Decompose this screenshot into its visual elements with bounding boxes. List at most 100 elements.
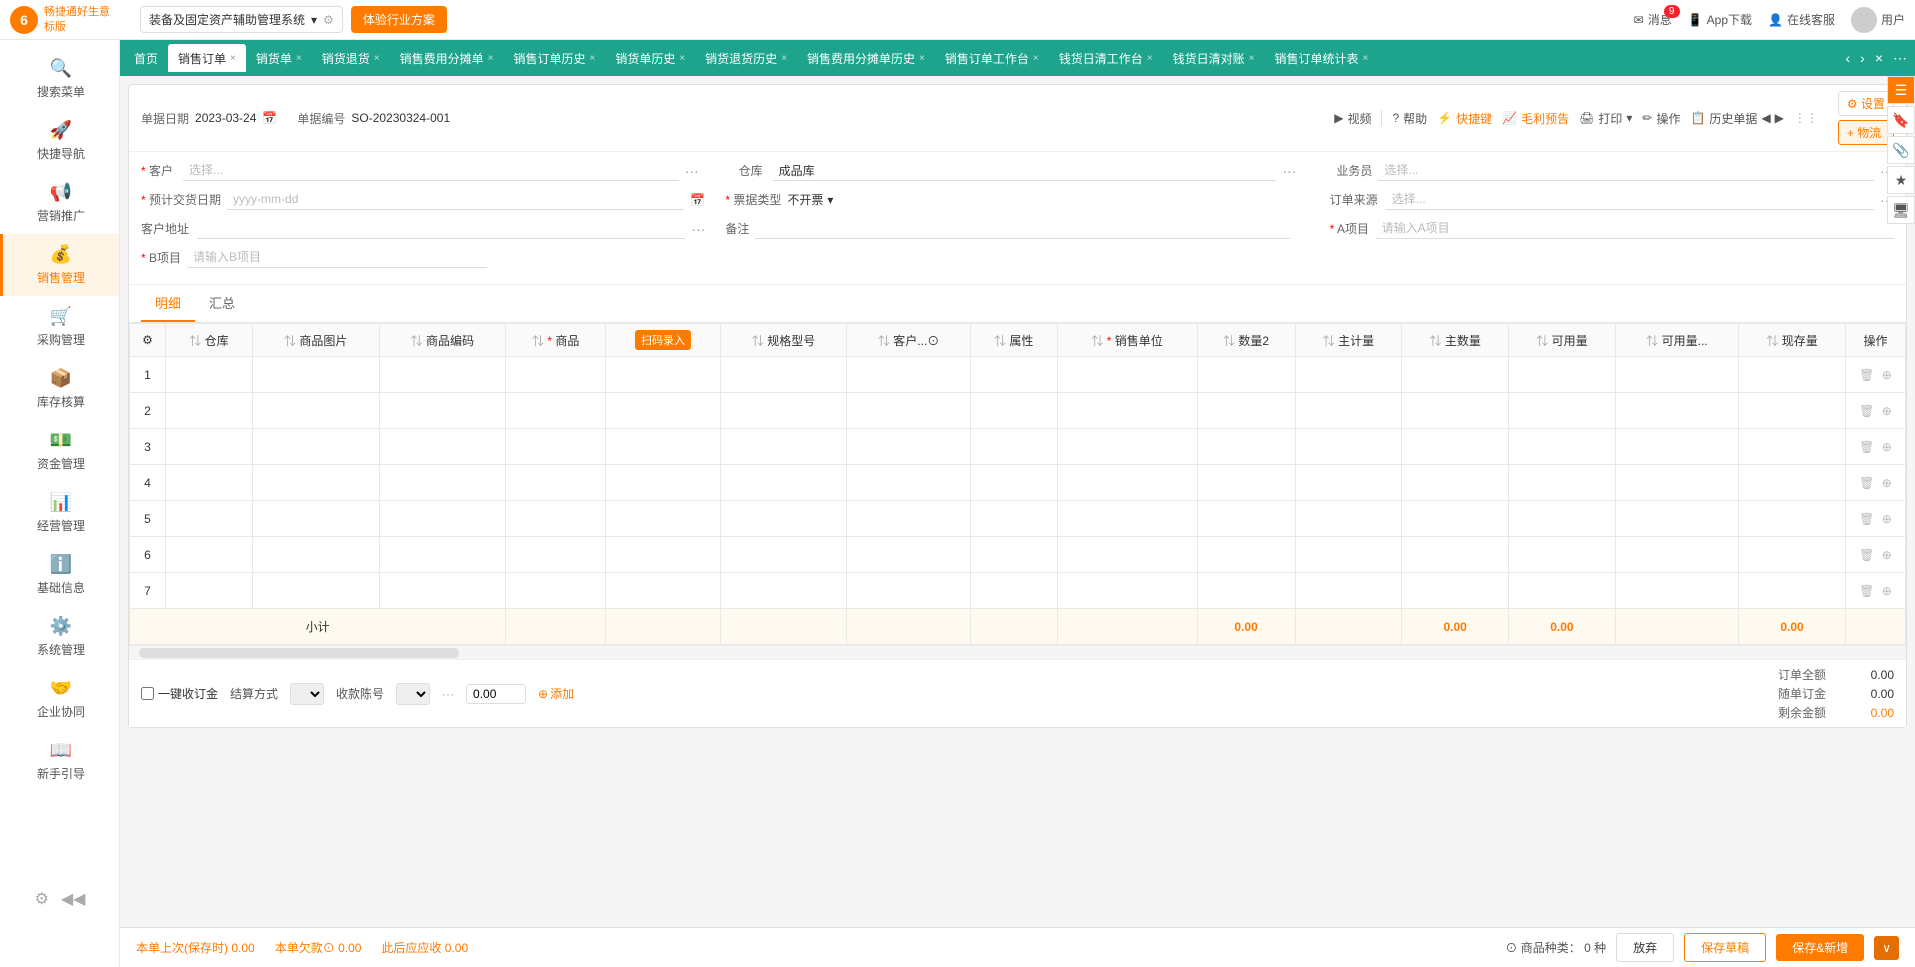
cell-warehouse[interactable]: [166, 357, 253, 393]
amount-input[interactable]: [466, 684, 526, 704]
delivery-date-input[interactable]: [227, 189, 684, 210]
sidebar-item-guide[interactable]: 📖 新手引导: [0, 730, 119, 792]
sort-attr[interactable]: ⇅: [994, 334, 1006, 348]
sort-spec[interactable]: ⇅: [752, 334, 764, 348]
cell-attr[interactable]: [970, 357, 1057, 393]
cell-code[interactable]: [379, 357, 506, 393]
scan-button[interactable]: 扫码录入: [635, 330, 691, 350]
sort-available2[interactable]: ⇅: [1646, 334, 1658, 348]
note-input[interactable]: [755, 218, 1289, 239]
tab-order-history[interactable]: 销售订单历史 ×: [503, 44, 605, 72]
scroll-thumb[interactable]: [139, 648, 459, 658]
tab-return-history[interactable]: 销货退货历史 ×: [695, 44, 797, 72]
cell-main-unit[interactable]: [1295, 357, 1402, 393]
warehouse-input[interactable]: [773, 160, 1277, 181]
right-panel-bookmark-icon[interactable]: 🔖: [1887, 106, 1915, 134]
nav-close-all[interactable]: ×: [1871, 48, 1887, 68]
profit-btn[interactable]: 📈 毛利预告: [1502, 110, 1569, 127]
row-copy-icon[interactable]: ⊕: [1882, 476, 1892, 490]
warehouse-ellipsis[interactable]: ···: [1282, 163, 1296, 179]
b-project-input[interactable]: [187, 247, 487, 268]
sort-product[interactable]: ⇅: [532, 334, 544, 348]
row-copy-icon[interactable]: ⊕: [1882, 584, 1892, 598]
operation-btn[interactable]: ✏ 操作: [1642, 110, 1680, 127]
cell-spec[interactable]: [720, 357, 847, 393]
invoice-type-select[interactable]: 不开票 ▾: [787, 191, 1289, 208]
cell-product[interactable]: [506, 357, 606, 393]
tab-close-icon[interactable]: ×: [1147, 53, 1153, 64]
tab-expense[interactable]: 销售费用分摊单 ×: [390, 44, 504, 72]
sidebar-item-search[interactable]: 🔍 搜索菜单: [0, 48, 119, 110]
tab-close-icon[interactable]: ×: [1249, 53, 1255, 64]
sort-main-unit[interactable]: ⇅: [1323, 334, 1335, 348]
message-btn[interactable]: ✉ 消息 9: [1634, 11, 1672, 28]
tab-workbench[interactable]: 销售订单工作台 ×: [935, 44, 1049, 72]
row-copy-icon[interactable]: ⊕: [1882, 440, 1892, 454]
order-source-input[interactable]: [1386, 189, 1874, 210]
sidebar-item-marketing[interactable]: 📢 营销推广: [0, 172, 119, 234]
tab-sales-bill[interactable]: 销货单 ×: [246, 44, 312, 72]
help-btn[interactable]: ? 帮助: [1392, 110, 1427, 127]
delivery-calendar-icon[interactable]: 📅: [690, 193, 705, 207]
sidebar-item-collab[interactable]: 🤝 企业协同: [0, 668, 119, 730]
one-click-checkbox[interactable]: 一键收订金: [141, 685, 218, 702]
sidebar-item-info[interactable]: ℹ️ 基础信息: [0, 544, 119, 606]
setting-button[interactable]: ⚙ 设置: [1838, 91, 1894, 116]
cell-main-qty[interactable]: [1402, 357, 1509, 393]
save-new-arrow-button[interactable]: ∨: [1874, 936, 1899, 960]
tab-return[interactable]: 销货退货 ×: [312, 44, 390, 72]
tab-close-icon[interactable]: ×: [679, 53, 685, 64]
tab-close-icon[interactable]: ×: [1362, 53, 1368, 64]
app-download-btn[interactable]: 📱 App下载: [1688, 11, 1752, 28]
save-new-button[interactable]: 保存&新增: [1776, 934, 1864, 961]
row-delete-icon[interactable]: 🗑: [1859, 476, 1874, 490]
tab-close-icon[interactable]: ×: [230, 53, 236, 64]
sort-stock[interactable]: ⇅: [1766, 334, 1778, 348]
row-copy-icon[interactable]: ⊕: [1882, 512, 1892, 526]
user-menu[interactable]: 用户: [1851, 7, 1905, 33]
save-draft-button[interactable]: 保存草稿: [1684, 933, 1766, 962]
app-selector[interactable]: 装备及固定资产辅助管理系统 ▾ ⚙: [140, 6, 343, 33]
receipt-select[interactable]: [396, 683, 430, 705]
sidebar-item-inventory[interactable]: 📦 库存核算: [0, 358, 119, 420]
cell-customer-code[interactable]: [847, 357, 970, 393]
address-ellipsis[interactable]: ···: [691, 221, 705, 237]
sidebar-item-purchase[interactable]: 🛒 采购管理: [0, 296, 119, 358]
cell-stock[interactable]: [1739, 357, 1846, 393]
tab-bill-history[interactable]: 销货单历史 ×: [605, 44, 695, 72]
tab-summary[interactable]: 汇总: [195, 285, 249, 322]
cell-qty2[interactable]: [1197, 357, 1295, 393]
row-delete-icon[interactable]: 🗑: [1859, 440, 1874, 454]
row-copy-icon[interactable]: ⊕: [1882, 548, 1892, 562]
sidebar-item-finance[interactable]: 💵 资金管理: [0, 420, 119, 482]
right-panel-screen-icon[interactable]: 🖥: [1887, 196, 1915, 224]
sort-qty2[interactable]: ⇅: [1223, 334, 1235, 348]
industry-button[interactable]: 体验行业方案: [351, 6, 447, 33]
row-copy-icon[interactable]: ⊕: [1882, 404, 1892, 418]
sort-customer-code[interactable]: ⇅: [878, 334, 890, 348]
cell-image[interactable]: [252, 357, 379, 393]
address-input[interactable]: [197, 218, 685, 239]
cell-available[interactable]: [1509, 357, 1616, 393]
add-material-button[interactable]: + 物流: [1838, 120, 1894, 145]
row-delete-icon[interactable]: 🗑: [1859, 368, 1874, 382]
print-btn[interactable]: 🖨 打印 ▾: [1579, 110, 1632, 127]
sort-warehouse[interactable]: ⇅: [189, 334, 201, 348]
collapse-button[interactable]: ◀◀: [61, 889, 86, 909]
tab-close-icon[interactable]: ×: [374, 53, 380, 64]
tab-close-icon[interactable]: ×: [488, 53, 494, 64]
view-btn[interactable]: ▶ 视频: [1334, 110, 1371, 127]
calendar-icon[interactable]: 📅: [262, 111, 277, 125]
sort-available[interactable]: ⇅: [1536, 334, 1548, 348]
customer-ellipsis[interactable]: ···: [685, 163, 699, 179]
tab-daily-clear[interactable]: 钱货日清工作台 ×: [1049, 44, 1163, 72]
nav-prev[interactable]: ‹: [1841, 48, 1854, 68]
tab-close-icon[interactable]: ×: [781, 53, 787, 64]
tab-reconcile[interactable]: 钱货日清对账 ×: [1163, 44, 1265, 72]
add-button[interactable]: ⊕ 添加: [538, 685, 574, 702]
nav-more[interactable]: ⋯: [1889, 48, 1911, 69]
sidebar-item-operations[interactable]: 📊 经营管理: [0, 482, 119, 544]
tab-stats[interactable]: 销售订单统计表 ×: [1264, 44, 1378, 72]
right-panel-attach-icon[interactable]: 📎: [1887, 136, 1915, 164]
gear-button[interactable]: ⚙: [35, 889, 49, 909]
